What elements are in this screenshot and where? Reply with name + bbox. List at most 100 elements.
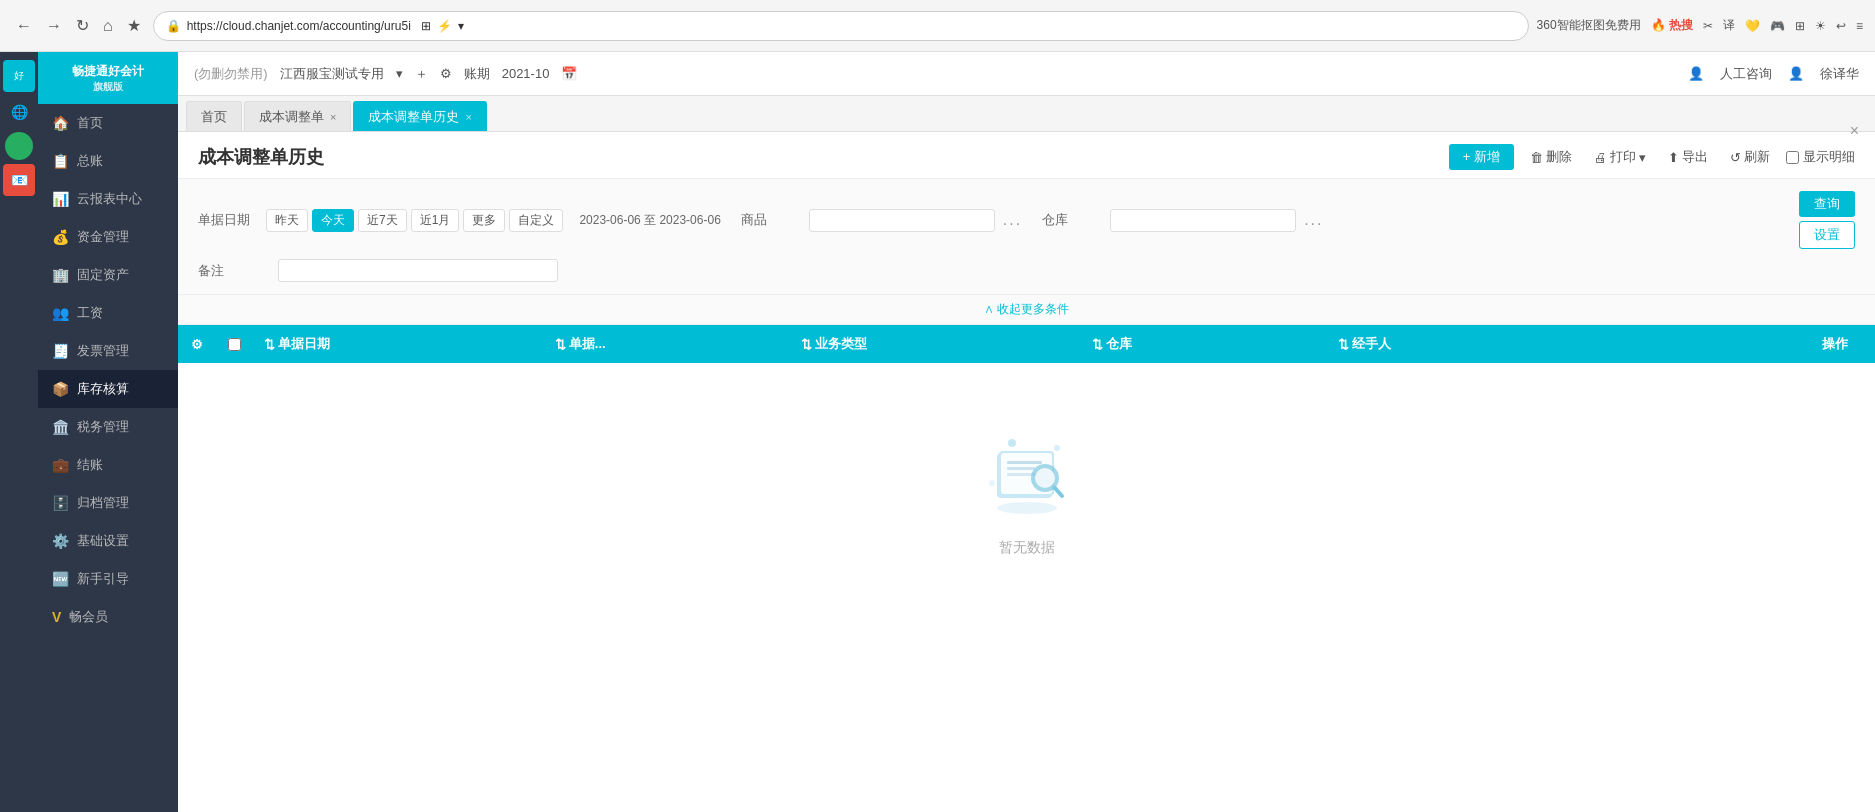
select-all-checkbox[interactable] [228, 338, 241, 351]
sidebar-item-invoice[interactable]: 🧾 发票管理 [38, 332, 178, 370]
goods-filter-input[interactable] [809, 209, 995, 232]
icon-bar: 好 🌐 📧 [0, 52, 38, 812]
tab-cost-adjust-label: 成本调整单 [259, 108, 324, 126]
reload-button[interactable]: ↻ [72, 14, 93, 37]
refresh-icon: ↺ [1730, 150, 1741, 165]
shortcut-yesterday[interactable]: 昨天 [266, 209, 308, 232]
collapse-bar[interactable]: ∧ 收起更多条件 [178, 295, 1875, 325]
icon-bar-green[interactable] [5, 132, 33, 160]
payroll-icon: 👥 [52, 305, 69, 321]
sidebar-item-guide[interactable]: 🆕 新手引导 [38, 560, 178, 598]
warehouse-filter-input[interactable] [1110, 209, 1296, 232]
shortcut-today[interactable]: 今天 [312, 209, 354, 232]
date-filter-label: 单据日期 [198, 211, 258, 229]
sidebar-label-guide: 新手引导 [77, 570, 129, 588]
menu-icon[interactable]: ≡ [1856, 19, 1863, 33]
shortcut-7days[interactable]: 近7天 [358, 209, 407, 232]
browser-navigation: ← → ↻ ⌂ ★ [12, 14, 145, 37]
sidebar-item-fixed-assets[interactable]: 🏢 固定资产 [38, 256, 178, 294]
th-num-label: 单据... [569, 335, 606, 353]
print-btn[interactable]: 🖨 打印 ▾ [1588, 145, 1652, 169]
sidebar-item-reports[interactable]: 📊 云报表中心 [38, 180, 178, 218]
scissors-icon[interactable]: ✂ [1703, 19, 1713, 33]
th-warehouse-label: 仓库 [1106, 335, 1132, 353]
service-btn[interactable]: 人工咨询 [1720, 65, 1772, 83]
th-num[interactable]: ⇅ 单据... [543, 335, 789, 353]
star-button[interactable]: ★ [123, 14, 145, 37]
sidebar-item-payroll[interactable]: 👥 工资 [38, 294, 178, 332]
settings-gear-icon[interactable]: ⚙ [440, 66, 452, 81]
home-button[interactable]: ⌂ [99, 15, 117, 37]
archive-icon: 🗄️ [52, 495, 69, 511]
logo-subtitle: 旗舰版 [93, 80, 123, 94]
svg-rect-5 [1007, 467, 1035, 470]
tab-cost-adjust-history[interactable]: 成本调整单历史 × [353, 101, 486, 131]
export-btn[interactable]: ⬆ 导出 [1662, 145, 1714, 169]
svg-point-11 [1054, 445, 1060, 451]
sidebar-item-settings[interactable]: ⚙️ 基础设置 [38, 522, 178, 560]
calendar-icon[interactable]: 📅 [561, 66, 577, 81]
collapse-icon: ∧ [984, 302, 994, 316]
funds-icon: 💰 [52, 229, 69, 245]
icon-bar-red[interactable]: 📧 [3, 164, 35, 196]
address-bar[interactable]: 🔒 https://cloud.chanjet.com/accounting/u… [153, 11, 1529, 41]
th-date[interactable]: ⇅ 单据日期 [252, 335, 543, 353]
sidebar-item-tax[interactable]: 🏛️ 税务管理 [38, 408, 178, 446]
show-detail-toggle[interactable]: 显示明细 [1786, 148, 1855, 166]
th-check[interactable] [216, 338, 252, 351]
tab-cost-adjust-close[interactable]: × [330, 111, 336, 123]
dropdown-icon[interactable]: ▾ [396, 66, 403, 81]
sidebar-item-member[interactable]: V 畅会员 [38, 598, 178, 636]
shortcut-1month[interactable]: 近1月 [411, 209, 460, 232]
th-person-label: 经手人 [1352, 335, 1391, 353]
sidebar-item-ledger[interactable]: 📋 总账 [38, 142, 178, 180]
sidebar-item-archive[interactable]: 🗄️ 归档管理 [38, 484, 178, 522]
svg-rect-4 [1007, 461, 1042, 464]
sidebar-item-funds[interactable]: 💰 资金管理 [38, 218, 178, 256]
guide-icon: 🆕 [52, 571, 69, 587]
shortcut-custom[interactable]: 自定义 [509, 209, 563, 232]
shortcut-more[interactable]: 更多 [463, 209, 505, 232]
home-icon: 🏠 [52, 115, 69, 131]
filter-settings-btn[interactable]: 设置 [1799, 221, 1855, 249]
new-btn[interactable]: + 新增 [1449, 144, 1514, 170]
forward-button[interactable]: → [42, 15, 66, 37]
wallet-icon[interactable]: 💛 [1745, 19, 1760, 33]
sidebar-item-checkout[interactable]: 💼 结账 [38, 446, 178, 484]
translate-icon[interactable]: 译 [1723, 17, 1735, 34]
th-person[interactable]: ⇅ 经手人 [1326, 335, 1572, 353]
back-button[interactable]: ← [12, 15, 36, 37]
undo-icon[interactable]: ↩ [1836, 19, 1846, 33]
page-header: 成本调整单历史 + 新增 🗑 删除 🖨 打印 ▾ ⬆ 导出 [178, 132, 1875, 179]
th-date-label: 单据日期 [278, 335, 330, 353]
th-warehouse[interactable]: ⇅ 仓库 [1080, 335, 1326, 353]
show-detail-checkbox[interactable] [1786, 151, 1799, 164]
refresh-btn[interactable]: ↺ 刷新 [1724, 145, 1776, 169]
brightness-icon[interactable]: ☀ [1815, 19, 1826, 33]
sidebar-label-funds: 资金管理 [77, 228, 129, 246]
grid-icon[interactable]: ⊞ [1795, 19, 1805, 33]
window-close-btn[interactable]: × [1850, 122, 1859, 140]
ledger-icon: 📋 [52, 153, 69, 169]
add-company-icon[interactable]: ＋ [415, 65, 428, 83]
tab-cost-adjust-history-label: 成本调整单历史 [368, 108, 459, 126]
query-btn[interactable]: 查询 [1799, 191, 1855, 217]
action-buttons: 查询 设置 [1799, 191, 1855, 249]
browser-chevron-icon: ▾ [458, 19, 464, 33]
icon-bar-logo[interactable]: 好 [3, 60, 35, 92]
th-type[interactable]: ⇅ 业务类型 [789, 335, 1080, 353]
export-icon: ⬆ [1668, 150, 1679, 165]
th-settings[interactable]: ⚙ [178, 337, 216, 352]
note-filter-input[interactable] [278, 259, 558, 282]
game-icon[interactable]: 🎮 [1770, 19, 1785, 33]
tab-cost-adjust[interactable]: 成本调整单 × [244, 101, 351, 131]
tab-cost-adjust-history-close[interactable]: × [465, 111, 471, 123]
company-note: (勿删勿禁用) [194, 65, 268, 83]
warehouse-more-btn[interactable]: ... [1304, 211, 1323, 229]
delete-btn[interactable]: 🗑 删除 [1524, 145, 1578, 169]
icon-bar-weibo[interactable]: 🌐 [3, 96, 35, 128]
goods-more-btn[interactable]: ... [1003, 211, 1022, 229]
tab-home[interactable]: 首页 [186, 101, 242, 131]
sidebar-item-home[interactable]: 🏠 首页 [38, 104, 178, 142]
sidebar-item-inventory[interactable]: 📦 库存核算 [38, 370, 178, 408]
